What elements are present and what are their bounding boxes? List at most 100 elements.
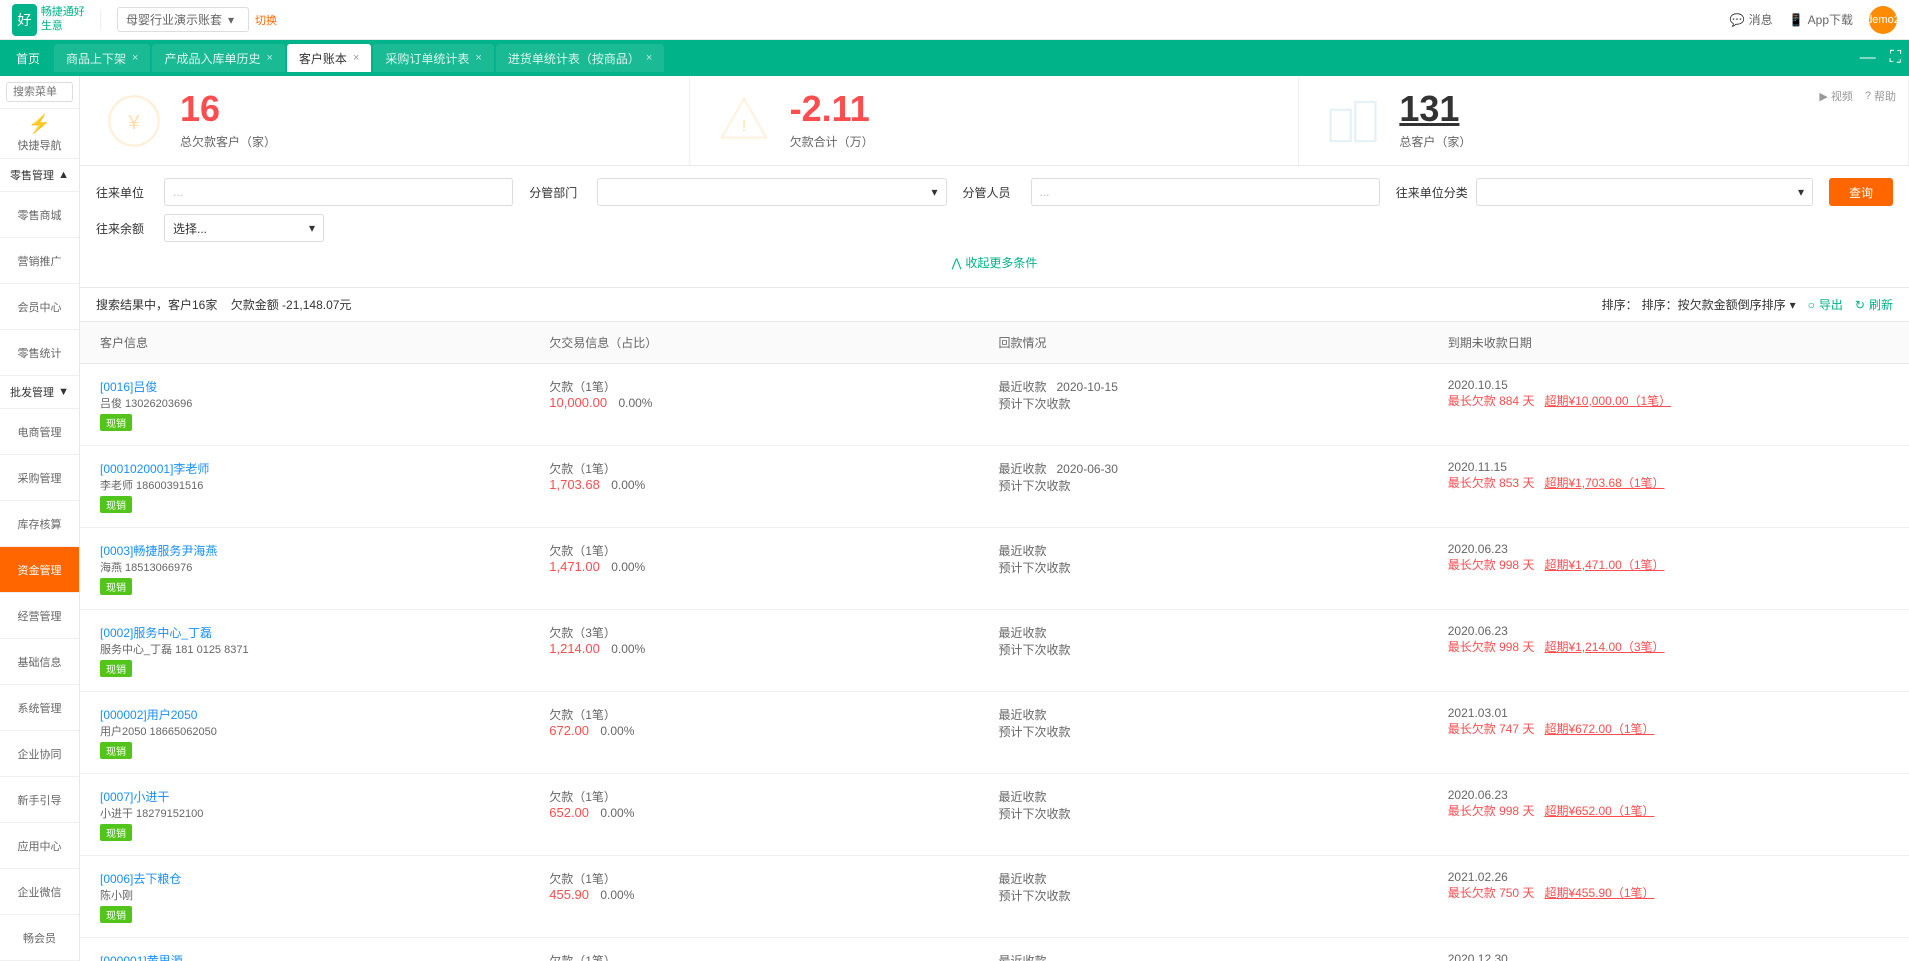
tab-close-stock[interactable]: ×	[646, 52, 652, 64]
tab-close-products[interactable]: ×	[132, 52, 138, 64]
tab-production[interactable]: 产成品入库单历史 ×	[152, 44, 284, 72]
collapse-button[interactable]: ⋀ 收起更多条件	[96, 250, 1893, 275]
due-date-cell: 2020.06.23 最长欠款 998 天 超期¥652.00（1笔）	[1444, 786, 1893, 821]
company-selector[interactable]: 母婴行业演示账套 ▾	[117, 7, 249, 32]
query-button[interactable]: 查询	[1829, 178, 1893, 206]
customer-cell: [0001020001]李老师 李老师 18600391516 现销	[96, 458, 545, 515]
customer-phone: 小进干 18279152100	[100, 805, 541, 821]
member-label: 会员中心	[18, 299, 62, 315]
sort-label-prefix: 排序：	[1602, 296, 1638, 313]
person-label: 分管人员	[963, 184, 1023, 201]
avatar[interactable]: demo2	[1869, 6, 1897, 34]
overdue-link[interactable]: 超期¥10,000.00（1笔）	[1544, 394, 1671, 408]
debt-count: 欠款（1笔）	[549, 788, 990, 805]
sidebar-item-enterprise-wx[interactable]: 企业微信	[0, 869, 79, 915]
sidebar-item-member[interactable]: 会员中心	[0, 284, 79, 330]
base-info-label: 基础信息	[18, 654, 62, 670]
tab-customer-account[interactable]: 客户账本 ×	[287, 44, 371, 72]
tab-stock-stats[interactable]: 进货单统计表（按商品） ×	[496, 44, 664, 72]
tab-minimize-button[interactable]: —	[1856, 49, 1880, 67]
overdue-link[interactable]: 超期¥652.00（1笔）	[1544, 804, 1654, 818]
video-label: 视频	[1831, 88, 1853, 104]
dept-select[interactable]: ▾	[597, 178, 946, 206]
unit-category-dropdown-icon: ▾	[1798, 185, 1804, 199]
tab-close-production[interactable]: ×	[266, 52, 272, 64]
sidebar-item-quick-nav[interactable]: ⚡ 快捷导航	[0, 109, 79, 159]
debt-cell: 欠款（1笔） 429.00 0.00%	[545, 950, 994, 961]
sidebar-item-guide[interactable]: 新手引导	[0, 777, 79, 823]
stat-debt-customers: ¥ 16 总欠款客户（家）	[80, 76, 690, 165]
sidebar-item-enterprise[interactable]: 企业协同	[0, 731, 79, 777]
app-download-label: App下载	[1808, 11, 1853, 28]
customer-link[interactable]: [000002]用户2050	[100, 708, 197, 722]
last-collect-label: 最近收款	[999, 870, 1440, 887]
sidebar-item-purchase-mgmt[interactable]: 采购管理	[0, 455, 79, 501]
sort-button[interactable]: 排序： 排序：按欠款金额倒序排序 ▾	[1602, 296, 1796, 313]
debt-count: 欠款（3笔）	[549, 624, 990, 641]
debt-count: 欠款（1笔）	[549, 870, 990, 887]
switch-link[interactable]: 切换	[255, 12, 277, 28]
customer-link[interactable]: [0016]吕俊	[100, 380, 157, 394]
sidebar-item-operation[interactable]: 经营管理	[0, 593, 79, 639]
unit-category-select[interactable]: ▾	[1476, 178, 1813, 206]
logo-icon: 好	[12, 4, 37, 36]
customer-cell: [0002]服务中心_丁磊 服务中心_丁磊 181 0125 8371 现销	[96, 622, 545, 679]
due-date: 2021.03.01	[1448, 706, 1889, 720]
customer-link[interactable]: [0007]小进干	[100, 790, 169, 804]
tab-maximize-button[interactable]: ⛶	[1886, 49, 1905, 67]
overdue-link[interactable]: 超期¥1,214.00（3笔）	[1544, 640, 1664, 654]
debt-percent: 0.00%	[611, 642, 645, 656]
customer-cell: [0006]去下粮仓 陈小刚 现销	[96, 868, 545, 925]
sidebar-item-app-center[interactable]: 应用中心	[0, 823, 79, 869]
export-button[interactable]: ○ 导出	[1808, 296, 1843, 313]
sidebar-item-retail-mgmt[interactable]: 零售管理 ▲	[0, 159, 79, 192]
refresh-button[interactable]: ↻ 刷新	[1855, 296, 1893, 313]
person-input[interactable]: ...	[1031, 178, 1380, 206]
customer-link[interactable]: [0006]去下粮仓	[100, 872, 181, 886]
video-help-button[interactable]: ▶ 视频	[1819, 88, 1852, 104]
due-date-cell: 2021.02.26 最长欠款 750 天 超期¥455.90（1笔）	[1444, 868, 1893, 903]
sidebar-item-vip[interactable]: 畅会员	[0, 915, 79, 961]
tab-home[interactable]: 首页	[4, 44, 52, 72]
tab-products[interactable]: 商品上下架 ×	[54, 44, 150, 72]
tab-close-customer[interactable]: ×	[353, 52, 359, 64]
last-collect-label: 最近收款 2020-10-15	[999, 378, 1440, 395]
customer-link[interactable]: [0003]畅捷服务尹海燕	[100, 544, 217, 558]
overdue-info: 最长欠款 998 天 超期¥1,471.00（1笔）	[1448, 556, 1889, 573]
sidebar-item-ecommerce[interactable]: 电商管理	[0, 409, 79, 455]
debt-amount: 1,214.00	[549, 641, 600, 656]
sidebar-item-system[interactable]: 系统管理	[0, 685, 79, 731]
from-unit-input[interactable]: ...	[164, 178, 513, 206]
sidebar-item-batch-mgmt[interactable]: 批发管理 ▼	[0, 376, 79, 409]
message-button[interactable]: 💬 消息	[1730, 11, 1773, 28]
sidebar-item-inventory[interactable]: 库存核算	[0, 501, 79, 547]
customer-link[interactable]: [000001]黄思源	[100, 954, 183, 961]
tab-close-purchase[interactable]: ×	[475, 52, 481, 64]
table-row: [000002]用户2050 用户2050 18665062050 现销 欠款（…	[80, 692, 1909, 774]
tab-bar: 首页 商品上下架 × 产成品入库单历史 × 客户账本 × 采购订单统计表 × 进…	[0, 40, 1909, 76]
overdue-link[interactable]: 超期¥672.00（1笔）	[1544, 722, 1654, 736]
marketing-label: 营销推广	[18, 253, 62, 269]
overdue-link[interactable]: 超期¥455.90（1笔）	[1544, 886, 1654, 900]
customer-link[interactable]: [0001020001]李老师	[100, 462, 209, 476]
col-debt-info: 欠交易信息（占比）	[545, 332, 994, 353]
customer-link[interactable]: [0002]服务中心_丁磊	[100, 626, 212, 640]
due-date-cell: 2020.06.23 最长欠款 998 天 超期¥1,471.00（1笔）	[1444, 540, 1893, 575]
sidebar-item-retail-stats[interactable]: 零售统计	[0, 330, 79, 376]
app-download-button[interactable]: 📱 App下载	[1789, 11, 1853, 28]
search-input[interactable]	[6, 82, 73, 102]
tab-purchase-order[interactable]: 采购订单统计表 ×	[373, 44, 493, 72]
sidebar-item-retail-mall[interactable]: 零售商城	[0, 192, 79, 238]
retail-mall-label: 零售商城	[18, 207, 62, 223]
customer-tag: 现销	[100, 906, 132, 923]
overdue-link[interactable]: 超期¥1,471.00（1笔）	[1544, 558, 1664, 572]
overdue-link[interactable]: 超期¥1,703.68（1笔）	[1544, 476, 1664, 490]
balance-select[interactable]: 选择... ▾	[164, 214, 324, 242]
total-customers-label: 总客户（家）	[1399, 133, 1471, 150]
help-button[interactable]: ? 帮助	[1865, 88, 1896, 104]
next-collect: 预计下次收款	[999, 805, 1440, 822]
tab-production-label: 产成品入库单历史	[164, 50, 260, 67]
sidebar-item-finance[interactable]: 资金管理	[0, 547, 79, 593]
sidebar-item-base-info[interactable]: 基础信息	[0, 639, 79, 685]
sidebar-item-marketing[interactable]: 营销推广	[0, 238, 79, 284]
